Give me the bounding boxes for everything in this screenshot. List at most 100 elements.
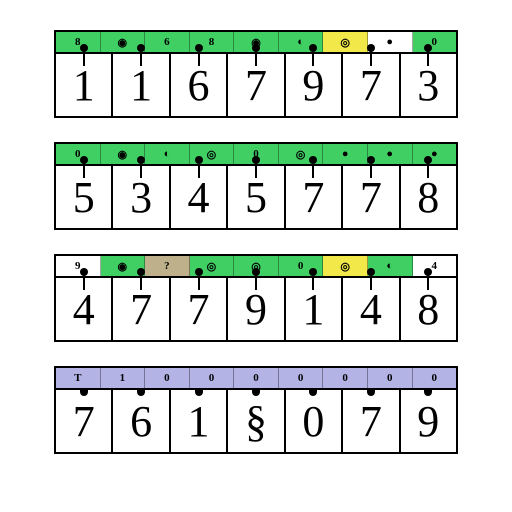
header-cell: ◎ [323, 256, 368, 276]
header-cell: 1 [101, 368, 146, 388]
number-cell: 4 [343, 278, 400, 340]
number-value: 6 [188, 60, 210, 111]
pin-icon [140, 48, 142, 66]
number-value: 5 [73, 172, 95, 223]
number-strip-3: T10000000761§079 [54, 366, 458, 454]
number-value: 7 [188, 284, 210, 335]
number-row: 1167973 [54, 52, 458, 118]
pin-icon [198, 48, 200, 66]
pin-icon [255, 272, 257, 290]
number-value: 7 [360, 172, 382, 223]
pin-icon [370, 48, 372, 66]
number-cell: 7 [343, 54, 400, 116]
pin-icon [198, 160, 200, 178]
number-cell: 6 [113, 390, 170, 452]
number-cell: 8 [401, 278, 456, 340]
header-cell: 6 [145, 32, 190, 52]
number-strip-1: 0◉◐◎0◎●●●5345778 [54, 142, 458, 230]
header-cell: ◎ [323, 32, 368, 52]
header-cell: 0 [190, 368, 235, 388]
number-value: 1 [130, 60, 152, 111]
number-value: 1 [188, 396, 210, 447]
number-cell: 9 [401, 390, 456, 452]
number-value: 5 [245, 172, 267, 223]
number-cell: 3 [401, 54, 456, 116]
pin-icon [198, 272, 200, 290]
number-cell: 9 [286, 54, 343, 116]
number-value: 8 [417, 284, 439, 335]
number-cell: 4 [171, 166, 228, 228]
number-row: 761§079 [54, 388, 458, 454]
number-strip-0: 8◉68◉◐◎●01167973 [54, 30, 458, 118]
number-value: 3 [417, 60, 439, 111]
header-cell: 0 [368, 368, 413, 388]
number-value: 9 [302, 60, 324, 111]
pin-icon [370, 160, 372, 178]
header-cell: 0 [323, 368, 368, 388]
number-cell: 7 [286, 166, 343, 228]
number-value: 4 [360, 284, 382, 335]
header-cell: 0 [56, 144, 101, 164]
number-cell: 7 [228, 54, 285, 116]
header-cell: T [56, 368, 101, 388]
number-value: 7 [360, 60, 382, 111]
header-cell: 0 [234, 368, 279, 388]
number-value: 7 [360, 396, 382, 447]
header-cell: 0 [279, 368, 324, 388]
strip-header: T10000000 [54, 366, 458, 388]
header-cell: ● [323, 144, 368, 164]
pin-icon [255, 48, 257, 66]
number-value: 7 [73, 396, 95, 447]
number-cell: 8 [401, 166, 456, 228]
number-cell: 1 [56, 54, 113, 116]
number-cell: 7 [343, 390, 400, 452]
number-value: 4 [188, 172, 210, 223]
number-cell: 7 [171, 278, 228, 340]
number-row: 5345778 [54, 164, 458, 230]
number-cell: 7 [343, 166, 400, 228]
number-cell: 3 [113, 166, 170, 228]
pin-icon [427, 272, 429, 290]
number-cell: 1 [171, 390, 228, 452]
header-cell: 0 [413, 368, 457, 388]
number-strip-2: 9◉?◎◎0◎◐44779148 [54, 254, 458, 342]
pin-icon [312, 48, 314, 66]
header-cell: 4 [413, 256, 457, 276]
pin-icon [255, 160, 257, 178]
number-cell: 1 [113, 54, 170, 116]
number-value: 3 [130, 172, 152, 223]
pin-icon [312, 160, 314, 178]
number-cell: 6 [171, 54, 228, 116]
number-strips-grid: 8◉68◉◐◎●011679730◉◐◎0◎●●●53457789◉?◎◎0◎◐… [0, 0, 512, 482]
header-cell: ● [413, 144, 457, 164]
number-value: 1 [302, 284, 324, 335]
number-value: 9 [245, 284, 267, 335]
pin-icon [83, 272, 85, 290]
number-cell: 5 [56, 166, 113, 228]
number-value: 9 [417, 396, 439, 447]
number-value: 7 [130, 284, 152, 335]
header-cell: 0 [413, 32, 457, 52]
pin-icon [370, 272, 372, 290]
pin-icon [312, 272, 314, 290]
number-cell: 7 [113, 278, 170, 340]
pin-icon [83, 160, 85, 178]
pin-icon [427, 160, 429, 178]
number-cell: 0 [286, 390, 343, 452]
header-cell: 8 [56, 32, 101, 52]
number-value: 1 [73, 60, 95, 111]
number-cell: 5 [228, 166, 285, 228]
number-cell: 7 [56, 390, 113, 452]
number-cell: 4 [56, 278, 113, 340]
pin-icon [140, 160, 142, 178]
pin-icon [427, 48, 429, 66]
number-value: § [245, 396, 267, 447]
number-cell: 9 [228, 278, 285, 340]
number-cell: 1 [286, 278, 343, 340]
number-value: 8 [417, 172, 439, 223]
number-value: 7 [245, 60, 267, 111]
number-row: 4779148 [54, 276, 458, 342]
number-value: 7 [302, 172, 324, 223]
number-value: 6 [130, 396, 152, 447]
header-cell: 0 [145, 368, 190, 388]
